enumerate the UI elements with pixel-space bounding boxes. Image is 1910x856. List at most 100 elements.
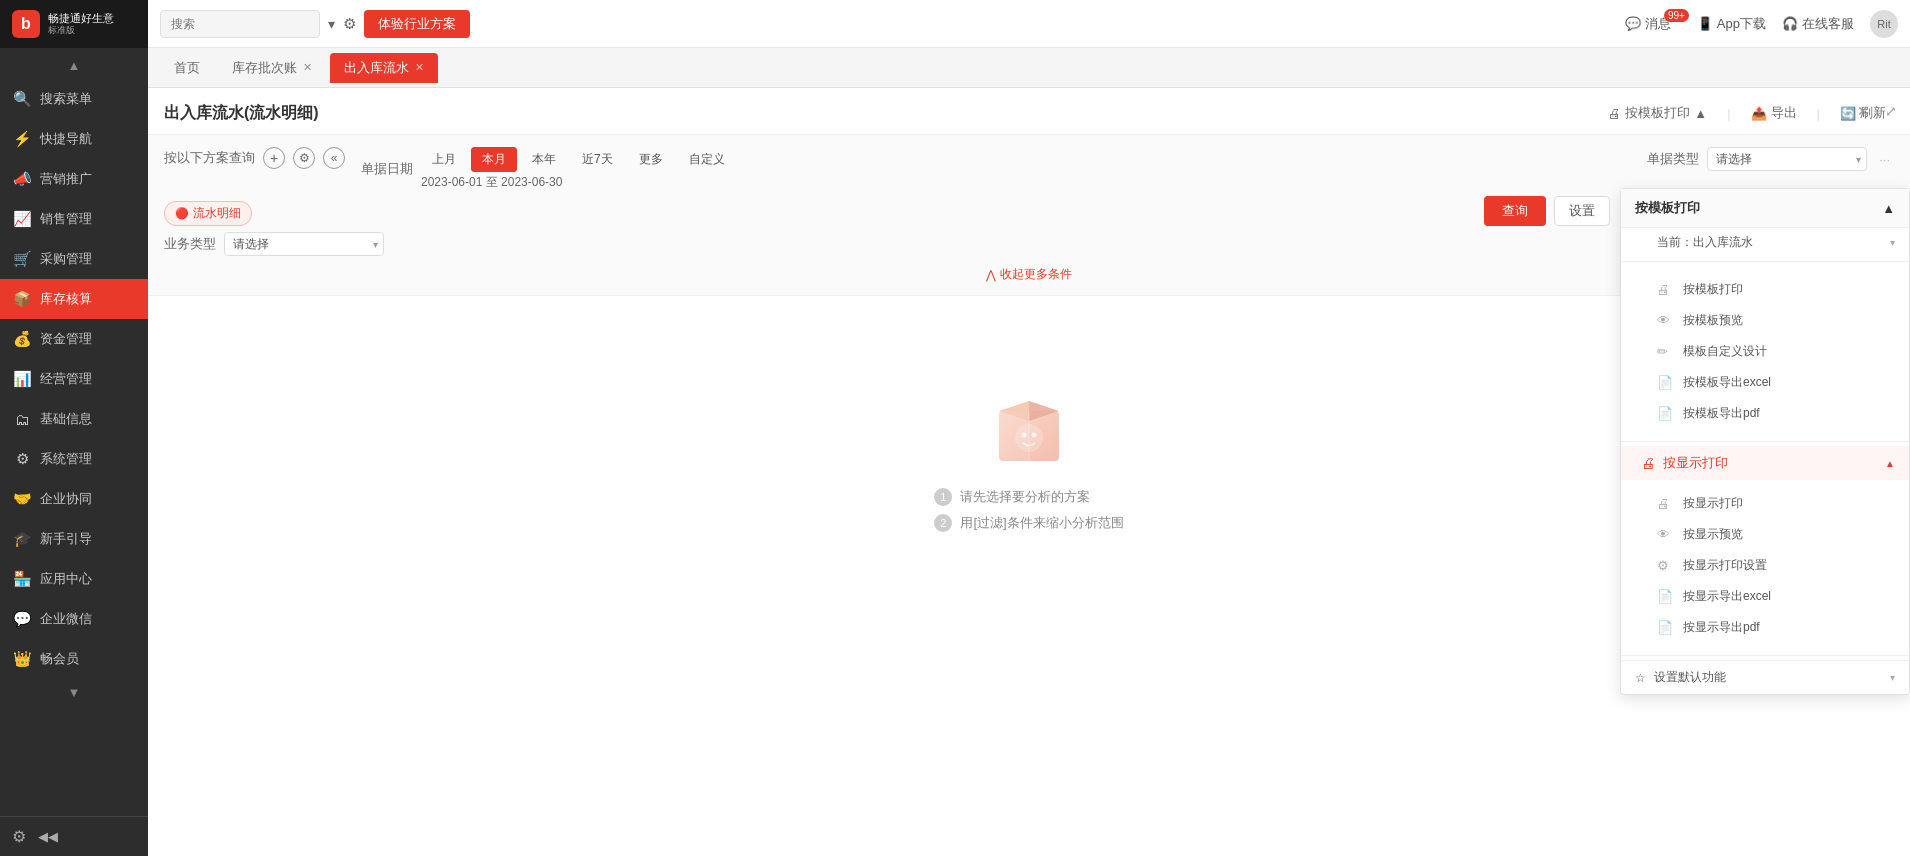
window-maximize-btn[interactable]: ⤢ — [1880, 100, 1902, 122]
sidebar-item-sales[interactable]: 📈 销售管理 — [0, 199, 148, 239]
filter-action-buttons: 查询 设置 — [1484, 196, 1610, 226]
sidebar-item-wechat[interactable]: 💬 企业微信 — [0, 599, 148, 639]
section-collapse-icon: ▲ — [1885, 458, 1895, 469]
shortcuts-icon: ⚡ — [12, 129, 32, 149]
print-template-button[interactable]: 🖨 按模板打印 ▲ — [1600, 100, 1715, 126]
sidebar-item-label: 采购管理 — [40, 250, 92, 268]
section-divider — [1621, 441, 1909, 442]
date-tag-this-month[interactable]: 本月 — [471, 147, 517, 172]
app-name: 畅捷通好生意 — [48, 11, 114, 25]
settings-footer-icon[interactable]: ⚙ — [12, 827, 26, 846]
display-preview-btn[interactable]: 👁 按显示预览 — [1621, 519, 1909, 550]
template-excel-btn[interactable]: 📄 按模板导出excel — [1621, 367, 1909, 398]
search-input[interactable] — [160, 10, 320, 38]
sidebar-item-basic[interactable]: 🗂 基础信息 — [0, 399, 148, 439]
guide-icon: 🎓 — [12, 529, 32, 549]
divider2: | — [1817, 106, 1820, 121]
template-design-label: 模板自定义设计 — [1683, 343, 1767, 360]
tab-home-label: 首页 — [174, 59, 200, 77]
date-tag-group: 上月 本月 本年 近7天 更多 自定义 2023-06-01 至 2023-06… — [421, 147, 736, 191]
print-dropdown-arrow[interactable]: ▲ — [1694, 106, 1707, 121]
tip-text-1: 请先选择要分析的方案 — [960, 488, 1090, 506]
sidebar-item-collab[interactable]: 🤝 企业协同 — [0, 479, 148, 519]
doctype-more-icon[interactable]: ··· — [1879, 152, 1890, 167]
query-button[interactable]: 查询 — [1484, 196, 1546, 226]
sidebar-item-system[interactable]: ⚙ 系统管理 — [0, 439, 148, 479]
search-dropdown-icon[interactable]: ▾ — [328, 16, 335, 32]
date-tag-last-month[interactable]: 上月 — [421, 147, 467, 172]
sidebar-item-guide[interactable]: 🎓 新手引导 — [0, 519, 148, 559]
date-tag-7days[interactable]: 近7天 — [571, 147, 624, 172]
sidebar-item-inventory[interactable]: 📦 库存核算 — [0, 279, 148, 319]
sidebar-item-marketing[interactable]: 📣 营销推广 — [0, 159, 148, 199]
sidebar-item-label: 营销推广 — [40, 170, 92, 188]
trial-industry-button[interactable]: 体验行业方案 — [364, 10, 470, 38]
window-close-btn[interactable]: ✕ — [1852, 100, 1874, 122]
export-button[interactable]: 📤 导出 — [1743, 100, 1805, 126]
content-area: 出入库流水(流水明细) 🖨 按模板打印 ▲ | 📤 导出 | 🔄 刷新 — [148, 88, 1910, 856]
eye-icon: 👁 — [1657, 313, 1675, 328]
message-btn[interactable]: 💬 消息 99+ — [1625, 15, 1681, 33]
app-download-btn[interactable]: 📱 App下载 — [1697, 15, 1766, 33]
user-avatar-btn[interactable]: Rit — [1870, 10, 1898, 38]
settings-icon[interactable]: ⚙ — [343, 15, 356, 33]
date-tag-this-year[interactable]: 本年 — [521, 147, 567, 172]
page-title: 出入库流水(流水明细) — [164, 103, 319, 124]
settings-button[interactable]: 设置 — [1554, 196, 1610, 226]
sidebar-item-purchase[interactable]: 🛒 采购管理 — [0, 239, 148, 279]
sidebar-item-finance[interactable]: 💰 资金管理 — [0, 319, 148, 359]
tab-batch[interactable]: 库存批次账 ✕ — [218, 53, 326, 83]
doctype-select[interactable]: 请选择 — [1707, 147, 1867, 171]
current-label: 当前：出入库流水 — [1657, 234, 1753, 251]
online-service-btn[interactable]: 🎧 在线客服 — [1782, 15, 1854, 33]
collapse-sidebar-icon[interactable]: ◀◀ — [38, 829, 58, 844]
sidebar-item-vip[interactable]: 👑 畅会员 — [0, 639, 148, 679]
dropdown-arrow-up: ▲ — [1882, 201, 1895, 216]
sidebar-item-label: 新手引导 — [40, 530, 92, 548]
tab-batch-close[interactable]: ✕ — [303, 61, 312, 74]
tab-batch-label: 库存批次账 — [232, 59, 297, 77]
display-print-section-header[interactable]: 🖨 按显示打印 ▲ — [1621, 446, 1909, 480]
scroll-up-btn[interactable]: ▲ — [0, 52, 148, 79]
sidebar-item-shortcuts[interactable]: ⚡ 快捷导航 — [0, 119, 148, 159]
filter-scheme-label: 按以下方案查询 — [164, 149, 255, 167]
tab-flow-close[interactable]: ✕ — [415, 61, 424, 74]
filter-scheme-section: 按以下方案查询 + ⚙ « — [164, 147, 345, 169]
template-design-btn[interactable]: ✏ 模板自定义设计 — [1621, 336, 1909, 367]
tab-home[interactable]: 首页 — [160, 53, 214, 83]
template-print-btn[interactable]: 🖨 按模板打印 — [1621, 274, 1909, 305]
template-excel-label: 按模板导出excel — [1683, 374, 1771, 391]
filter-biztype-item: 业务类型 请选择 ▾ — [164, 232, 384, 256]
date-tag-custom[interactable]: 自定义 — [678, 147, 736, 172]
tip-num-2: 2 — [934, 514, 952, 532]
tab-flow[interactable]: 出入库流水 ✕ — [330, 53, 438, 83]
display-settings-btn[interactable]: ⚙ 按显示打印设置 — [1621, 550, 1909, 581]
biztype-select[interactable]: 请选择 — [224, 232, 384, 256]
tip-text-2: 用[过滤]条件来缩小分析范围 — [960, 514, 1123, 532]
display-eye-icon: 👁 — [1657, 527, 1675, 542]
excel-icon: 📄 — [1657, 375, 1675, 390]
edit-icon: ✏ — [1657, 344, 1675, 359]
filter-collapse-button[interactable]: « — [323, 147, 345, 169]
current-row[interactable]: 当前：出入库流水 ▾ — [1621, 228, 1909, 257]
sidebar-item-operations[interactable]: 📊 经营管理 — [0, 359, 148, 399]
sidebar-item-appcenter[interactable]: 🏪 应用中心 — [0, 559, 148, 599]
filter-add-button[interactable]: + — [263, 147, 285, 169]
collapse-more-btn[interactable]: ⋀ 收起更多条件 — [986, 266, 1072, 283]
display-excel-btn[interactable]: 📄 按显示导出excel — [1621, 581, 1909, 612]
footer-arrow-icon: ▾ — [1890, 672, 1895, 683]
scroll-down-btn[interactable]: ▼ — [0, 679, 148, 706]
set-default-label: 设置默认功能 — [1654, 669, 1726, 686]
date-tag-more[interactable]: 更多 — [628, 147, 674, 172]
topbar-right: 💬 消息 99+ 📱 App下载 🎧 在线客服 Rit — [1625, 10, 1898, 38]
template-pdf-btn[interactable]: 📄 按模板导出pdf — [1621, 398, 1909, 429]
sidebar-item-label: 销售管理 — [40, 210, 92, 228]
sidebar-item-search[interactable]: 🔍 搜索菜单 — [0, 79, 148, 119]
active-filter-tag[interactable]: 🔴 流水明细 — [164, 201, 252, 226]
template-preview-btn[interactable]: 👁 按模板预览 — [1621, 305, 1909, 336]
display-pdf-btn[interactable]: 📄 按显示导出pdf — [1621, 612, 1909, 643]
set-default-btn[interactable]: ☆ 设置默认功能 ▾ — [1621, 660, 1909, 694]
filter-settings-button[interactable]: ⚙ — [293, 147, 315, 169]
display-print-label: 按显示打印 — [1683, 495, 1743, 512]
display-print-btn[interactable]: 🖨 按显示打印 — [1621, 488, 1909, 519]
